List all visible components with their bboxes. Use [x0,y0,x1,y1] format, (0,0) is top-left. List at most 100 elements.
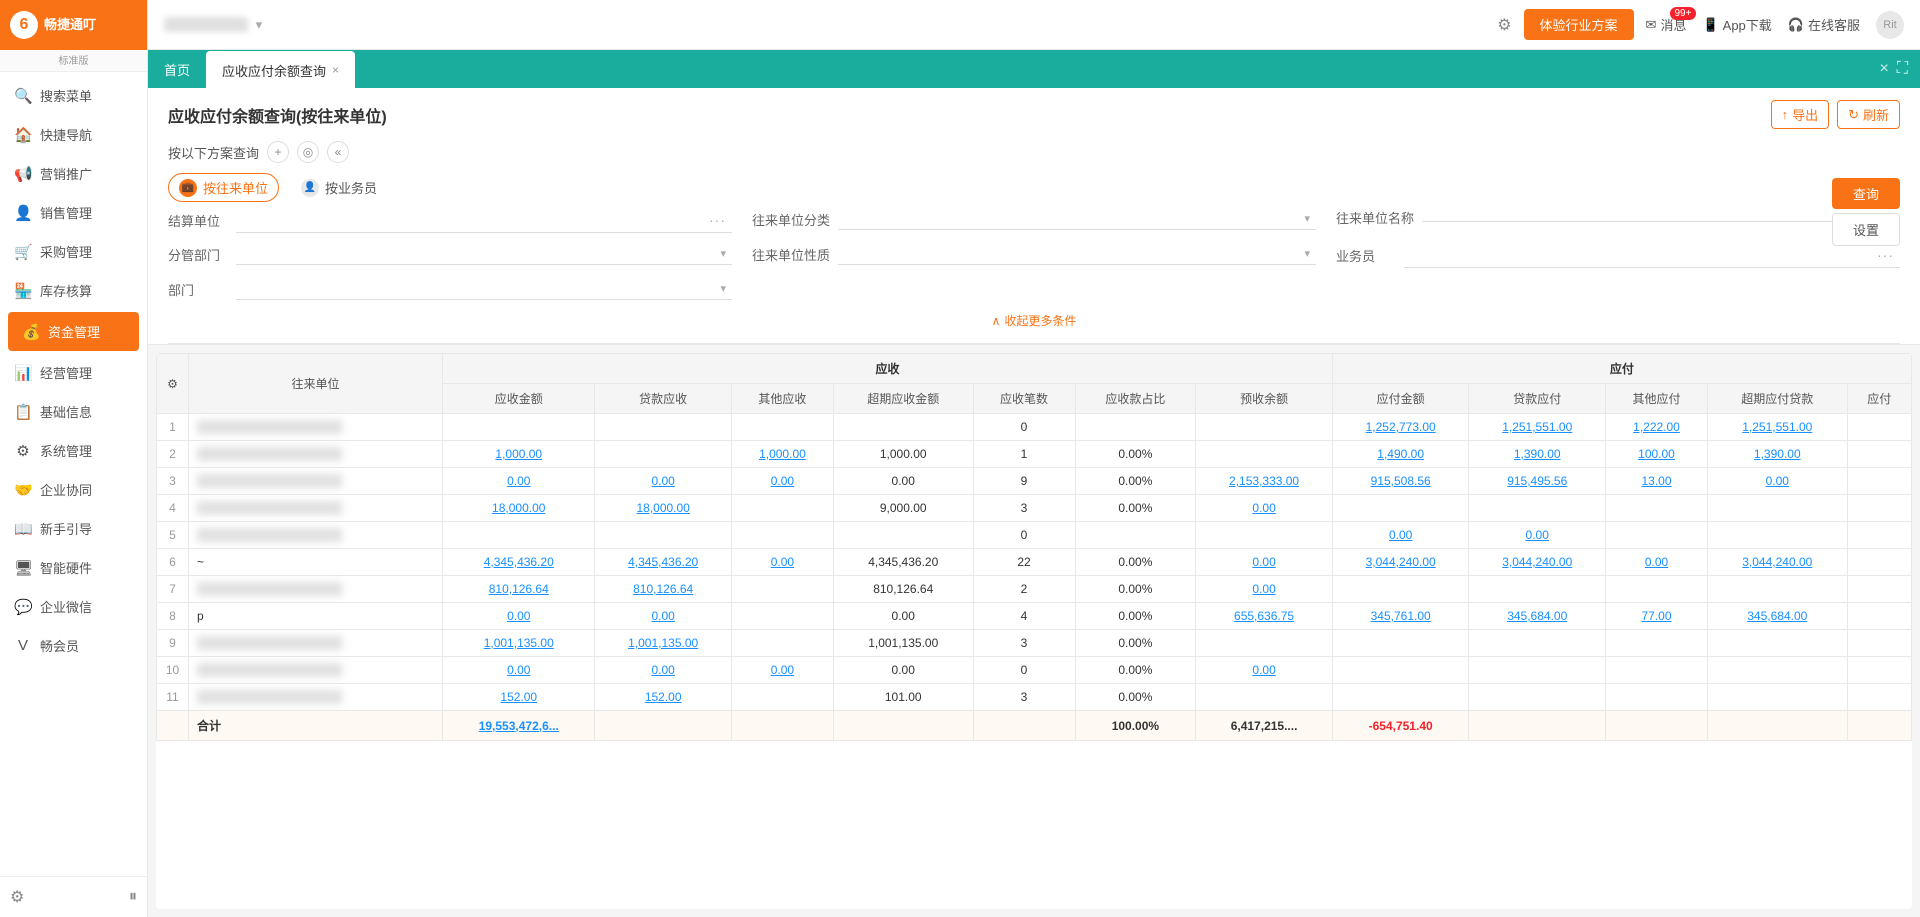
filter-input-dept[interactable]: ▾ [236,243,732,265]
total-ar-loan-cell [595,711,732,741]
sidebar-item-marketing[interactable]: 📢 营销推广 [0,154,147,193]
total-num-cell [157,711,189,741]
filter-label: 往来单位名称 [1336,208,1414,227]
operations-icon: 📊 [14,364,32,382]
sidebar-item-label: 企业微信 [40,597,92,616]
tab-ar-ap-query[interactable]: 应收应付余额查询 × [206,51,355,89]
filter-input-company-name[interactable] [1422,213,1900,222]
add-scheme-btn[interactable]: + [267,141,289,163]
sidebar-item-label: 系统管理 [40,441,92,460]
topbar-settings-icon[interactable]: ⚙ [1497,15,1511,35]
sidebar-item-search-menu[interactable]: 🔍 搜索菜单 [0,76,147,115]
ar-ratio-header: 应收款占比 [1075,384,1196,414]
settings-footer-btn[interactable]: ⚙ [10,887,24,907]
sidebar-item-finance[interactable]: 💰 资金管理 [8,312,139,351]
sidebar-item-inventory[interactable]: 🏪 库存核算 [0,271,147,310]
filter-input-company-nature[interactable]: ▾ [838,243,1316,265]
sidebar-item-system[interactable]: ⚙ 系统管理 [0,431,147,470]
table-row: 7██████████810,126.64810,126.64810,126.6… [157,576,1912,603]
table-row: 4██████████18,000.0018,000.009,000.0030.… [157,495,1912,522]
data-table: ⚙ 往来单位 应收 应付 应收金额 贷款应收 其他应收 超期应收金额 应收笔数 … [156,353,1912,741]
sidebar-item-sales[interactable]: 👤 销售管理 [0,193,147,232]
logo-icon: 6 [10,11,38,39]
header-actions: ↑ 导出 ↻ 刷新 [1771,100,1900,129]
prepaid-header: 预收余额 [1196,384,1333,414]
sidebar-item-quick-nav[interactable]: 🏠 快捷导航 [0,115,147,154]
sidebar-item-cooperation[interactable]: 🤝 企业协同 [0,470,147,509]
cooperation-icon: 🤝 [14,481,32,499]
user-avatar[interactable]: Rit [1876,11,1904,39]
filter-row-salesperson: 业务员 ··· [1336,243,1900,268]
company-option-icon: 💼 [179,179,197,197]
sales-icon: 👤 [14,204,32,222]
table-row: 2██████████1,000.001,000.001,000.0010.00… [157,441,1912,468]
ap-loan-header: 贷款应付 [1469,384,1606,414]
filter-row-company-name: 往来单位名称 查询 设置 [1336,208,1900,227]
filter-option-label: 按往来单位 [203,178,268,197]
table-row: 6~4,345,436.204,345,436.200.004,345,436.… [157,549,1912,576]
online-service-button[interactable]: 🎧 在线客服 [1788,15,1860,34]
tabbar-actions: × ⛶ [1879,60,1920,78]
filter-label: 往来单位分类 [752,210,830,229]
table-row: 9██████████1,001,135.001,001,135.001,001… [157,630,1912,657]
sidebar-edition: 标准版 [0,50,147,72]
ar-overdue-header: 超期应收金额 [833,384,973,414]
industry-solution-button[interactable]: 体验行业方案 [1524,9,1634,40]
sidebar-item-purchase[interactable]: 🛒 采购管理 [0,232,147,271]
logo-text: 畅捷通叮 [44,17,96,33]
sidebar-item-label: 智能硬件 [40,558,92,577]
sidebar-item-wechat[interactable]: 💬 企业微信 [0,587,147,626]
filter-input-salesperson[interactable]: ··· [1404,243,1900,268]
sidebar-item-basic-info[interactable]: 📋 基础信息 [0,392,147,431]
ap-overdue-header: 超期应付贷款 [1707,384,1847,414]
sidebar-item-hardware[interactable]: 🖥 智能硬件 [0,548,147,587]
sidebar-item-vip[interactable]: V 畅会员 [0,626,147,665]
messages-badge: 99+ [1670,7,1697,20]
filter-options: 💼 按往来单位 👤 按业务员 [168,173,1900,202]
sidebar-item-guide[interactable]: 📖 新手引导 [0,509,147,548]
tab-home[interactable]: 首页 [148,50,206,88]
edit-scheme-btn[interactable]: ◎ [297,141,319,163]
filter-option-by-company[interactable]: 💼 按往来单位 [168,173,279,202]
filter-row-dept: 分管部门 ▾ [168,243,732,265]
table-row: 5██████████00.000.00 [157,522,1912,549]
sidebar-footer: ⚙ ⏸ [0,876,147,917]
sidebar-item-operations[interactable]: 📊 经营管理 [0,353,147,392]
chevron-down-icon: ▾ [720,282,726,295]
wechat-icon: 💬 [14,598,32,616]
close-window-icon[interactable]: × [1879,60,1888,78]
fullscreen-icon[interactable]: ⛶ [1897,60,1908,78]
ar-other-header: 其他应收 [731,384,833,414]
total-label-cell: 合计 [189,711,443,741]
tab-close-icon[interactable]: × [332,63,339,77]
arrow-btn[interactable]: « [327,141,349,163]
ap-rest-header: 应付 [1847,384,1911,414]
content-header: 应收应付余额查询(按往来单位) ↑ 导出 ↻ 刷新 按以下方案查询 + [148,88,1920,345]
search-icon: 🔍 [14,87,32,105]
filter-option-by-salesperson[interactable]: 👤 按业务员 [291,173,387,202]
content-area: 应收应付余额查询(按往来单位) ↑ 导出 ↻ 刷新 按以下方案查询 + [148,88,1920,917]
topbar-right: ✉ 消息 99+ 📱 App下载 🎧 在线客服 Rit [1646,11,1904,39]
collapse-sidebar-btn[interactable]: ⏸ [129,888,137,906]
filter-input-settlement[interactable]: ··· [236,208,732,233]
sidebar-item-label: 采购管理 [40,242,92,261]
finance-icon: 💰 [22,323,40,341]
sidebar-item-label: 销售管理 [40,203,92,222]
total-ar-amt-cell[interactable]: 19,553,472,6... [443,711,595,741]
settings-button[interactable]: 设置 [1832,213,1900,246]
messages-button[interactable]: ✉ 消息 99+ [1646,15,1687,34]
filter-row-company-nature: 往来单位性质 ▾ [752,243,1316,265]
settings-col-header[interactable]: ⚙ [157,354,189,414]
filter-input-department[interactable]: ▾ [236,278,732,300]
export-button[interactable]: ↑ 导出 [1771,100,1830,129]
system-icon: ⚙ [14,442,32,460]
refresh-button[interactable]: ↻ 刷新 [1837,100,1900,129]
filter-row-settlement: 结算单位 ··· [168,208,732,233]
app-download-button[interactable]: 📱 App下载 [1702,15,1771,34]
sidebar-item-label: 企业协同 [40,480,92,499]
filter-input-company-category[interactable]: ▾ [838,208,1316,230]
sidebar: 6 畅捷通叮 标准版 🔍 搜索菜单 🏠 快捷导航 📢 营销推广 👤 销售管理 🛒… [0,0,148,917]
query-button[interactable]: 查询 [1832,178,1900,209]
collapse-btn[interactable]: ∧ 收起更多条件 [986,306,1083,335]
download-icon: 📱 [1702,17,1718,33]
